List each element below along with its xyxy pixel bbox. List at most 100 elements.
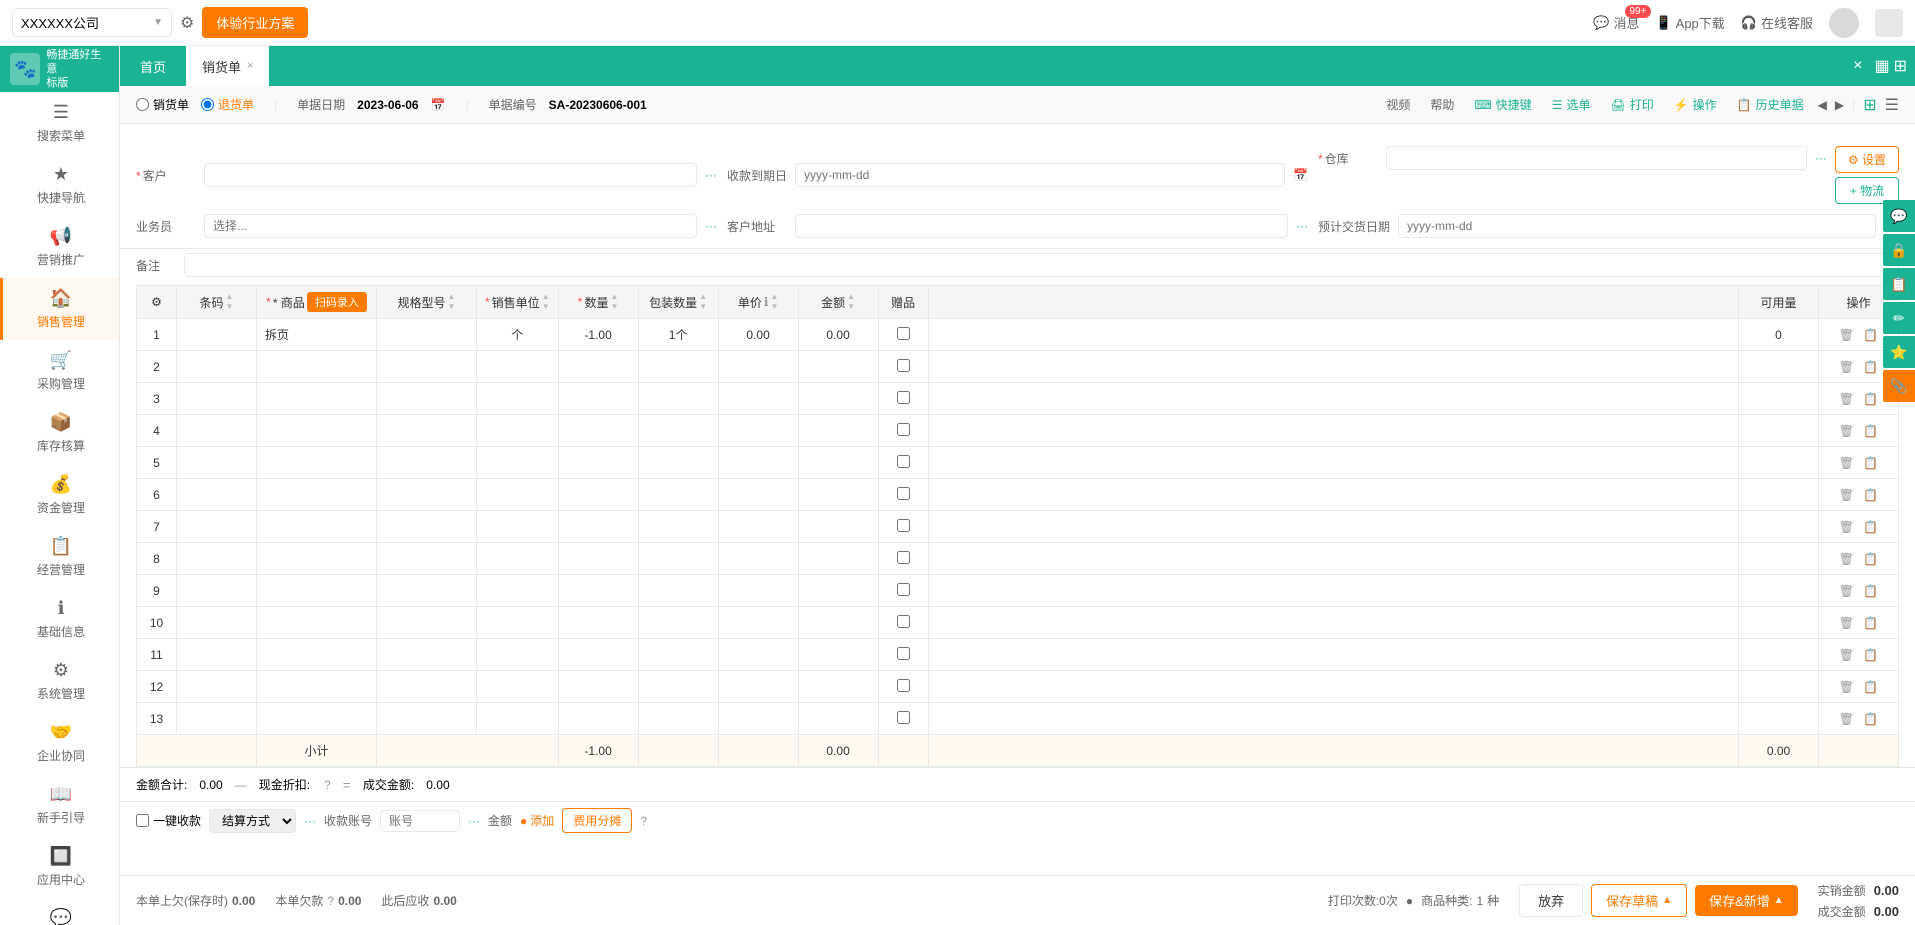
- row-copy-icon[interactable]: 📋: [1863, 488, 1878, 502]
- account-dots[interactable]: ···: [468, 814, 480, 828]
- tab-sales-order[interactable]: 销货单 ×: [186, 46, 269, 86]
- row-amount[interactable]: [798, 575, 878, 607]
- row-pkgqty[interactable]: 1个: [638, 319, 718, 351]
- row-unit[interactable]: [477, 671, 559, 703]
- row-gift-checkbox[interactable]: [897, 679, 910, 692]
- row-spec[interactable]: [377, 383, 477, 415]
- row-price[interactable]: [718, 543, 798, 575]
- row-product[interactable]: [257, 607, 377, 639]
- row-copy-icon[interactable]: 📋: [1863, 552, 1878, 566]
- radio-return-input[interactable]: [201, 98, 214, 111]
- tab-layout-icon-2[interactable]: ⊞: [1894, 56, 1907, 76]
- row-pkgqty[interactable]: [638, 671, 718, 703]
- tab-close-icon[interactable]: ×: [247, 60, 253, 72]
- row-pkgqty[interactable]: [638, 511, 718, 543]
- add-btn[interactable]: ● 添加: [520, 812, 554, 829]
- sidebar-item-operations[interactable]: 📋 经营管理: [0, 526, 119, 588]
- row-delete-icon[interactable]: 🗑: [1839, 616, 1854, 630]
- history-btn[interactable]: 📋 历史单据: [1731, 94, 1810, 115]
- grid-view-icon[interactable]: ⊞: [1863, 95, 1876, 115]
- print-btn[interactable]: 🖨 打印: [1604, 94, 1659, 115]
- warehouse-dots[interactable]: ···: [1815, 151, 1827, 165]
- row-qty[interactable]: [558, 383, 638, 415]
- avatar[interactable]: [1829, 8, 1859, 38]
- shortcut-btn[interactable]: ⌨ 快捷键: [1468, 94, 1537, 115]
- row-unit[interactable]: [477, 703, 559, 735]
- row-gift-checkbox[interactable]: [897, 423, 910, 436]
- row-gift-checkbox[interactable]: [897, 391, 910, 404]
- nav-prev-icon[interactable]: ◀: [1818, 98, 1827, 112]
- row-barcode[interactable]: [177, 671, 257, 703]
- row-price[interactable]: [718, 351, 798, 383]
- row-gift-checkbox[interactable]: [897, 519, 910, 532]
- row-product[interactable]: [257, 671, 377, 703]
- list-view-icon[interactable]: ☰: [1885, 95, 1899, 115]
- row-product[interactable]: [257, 383, 377, 415]
- row-barcode[interactable]: [177, 415, 257, 447]
- row-delete-icon[interactable]: 🗑: [1839, 680, 1854, 694]
- row-gift-checkbox[interactable]: [897, 455, 910, 468]
- online-service[interactable]: 🎧 在线客服: [1741, 13, 1813, 32]
- calendar-icon[interactable]: 📅: [431, 98, 446, 112]
- row-spec[interactable]: [377, 639, 477, 671]
- expense-question-icon[interactable]: ?: [640, 814, 647, 828]
- row-pkgqty[interactable]: [638, 543, 718, 575]
- row-product[interactable]: [257, 479, 377, 511]
- row-amount[interactable]: [798, 607, 878, 639]
- customer-dots[interactable]: ···: [705, 168, 717, 182]
- save-draft-btn[interactable]: 保存草稿 ▲: [1591, 884, 1687, 917]
- user-settings-icon[interactable]: [1875, 9, 1903, 37]
- th-settings[interactable]: ⚙: [137, 286, 177, 319]
- video-btn[interactable]: 视频: [1380, 94, 1416, 115]
- row-amount[interactable]: 0.00: [798, 319, 878, 351]
- row-qty[interactable]: [558, 479, 638, 511]
- row-amount[interactable]: [798, 447, 878, 479]
- help-btn[interactable]: 帮助: [1424, 94, 1460, 115]
- float-btn-5[interactable]: ⭐: [1883, 336, 1915, 368]
- row-barcode[interactable]: [177, 511, 257, 543]
- row-amount[interactable]: [798, 479, 878, 511]
- settlement-select[interactable]: 结算方式: [209, 809, 296, 833]
- row-amount[interactable]: [798, 351, 878, 383]
- sidebar-item-purchase[interactable]: 🛒 采购管理: [0, 340, 119, 402]
- row-unit[interactable]: 个: [477, 319, 559, 351]
- sidebar-item-guide[interactable]: 📖 新手引导: [0, 774, 119, 836]
- row-gift-checkbox[interactable]: [897, 551, 910, 564]
- discount-info-icon[interactable]: ?: [324, 778, 331, 792]
- bill-debit-question[interactable]: ?: [327, 894, 334, 908]
- row-barcode[interactable]: [177, 703, 257, 735]
- sidebar-item-system[interactable]: ⚙ 系统管理: [0, 650, 119, 712]
- row-delete-icon[interactable]: 🗑: [1839, 648, 1854, 662]
- row-barcode[interactable]: [177, 383, 257, 415]
- customer-addr-input[interactable]: [795, 214, 1288, 238]
- row-unit[interactable]: [477, 415, 559, 447]
- row-product[interactable]: [257, 415, 377, 447]
- row-qty[interactable]: -1.00: [558, 319, 638, 351]
- expected-date-input[interactable]: [1398, 214, 1876, 238]
- sidebar-item-finance[interactable]: 💰 资金管理: [0, 464, 119, 526]
- row-price[interactable]: [718, 447, 798, 479]
- row-price[interactable]: [718, 671, 798, 703]
- sidebar-item-appstore[interactable]: 🔲 应用中心: [0, 836, 119, 898]
- row-gift-checkbox[interactable]: [897, 327, 910, 340]
- sidebar-item-wechat[interactable]: 💬 企业微信: [0, 898, 119, 925]
- row-qty[interactable]: [558, 671, 638, 703]
- account-input[interactable]: [380, 810, 460, 832]
- row-spec[interactable]: [377, 703, 477, 735]
- row-gift-checkbox[interactable]: [897, 487, 910, 500]
- row-delete-icon[interactable]: 🗑: [1839, 360, 1854, 374]
- operate-btn[interactable]: ⚡ 操作: [1668, 94, 1723, 115]
- row-price[interactable]: [718, 639, 798, 671]
- row-amount[interactable]: [798, 383, 878, 415]
- row-copy-icon[interactable]: 📋: [1863, 712, 1878, 726]
- float-btn-3[interactable]: 📋: [1883, 268, 1915, 300]
- row-copy-icon[interactable]: 📋: [1863, 392, 1878, 406]
- salesperson-dots[interactable]: ···: [705, 219, 717, 233]
- sidebar-item-inventory[interactable]: 📦 库存核算: [0, 402, 119, 464]
- row-copy-icon[interactable]: 📋: [1863, 616, 1878, 630]
- row-pkgqty[interactable]: [638, 607, 718, 639]
- row-gift[interactable]: [878, 415, 928, 447]
- settings-icon[interactable]: ⚙: [180, 13, 194, 33]
- row-unit[interactable]: [477, 639, 559, 671]
- row-product[interactable]: [257, 351, 377, 383]
